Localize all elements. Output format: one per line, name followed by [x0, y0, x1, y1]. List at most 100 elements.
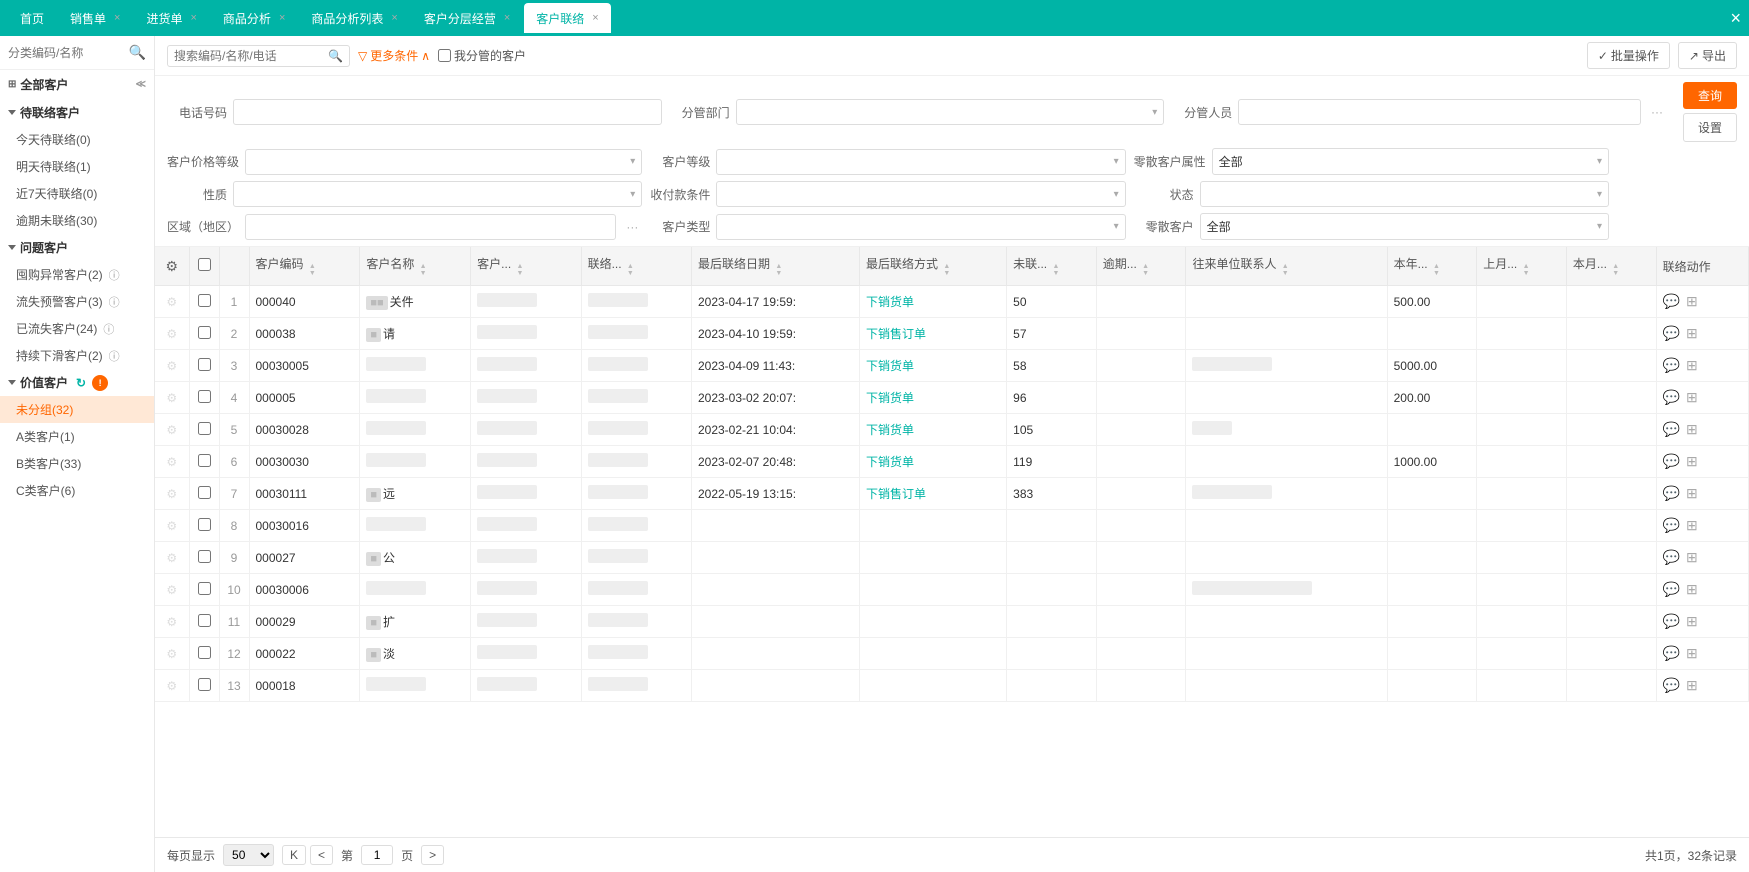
all-customers-section[interactable]: ⊞ 全部客户 ≪ [0, 70, 154, 99]
row-checkbox[interactable] [198, 358, 211, 371]
row-checkbox[interactable] [198, 550, 211, 563]
menu-action-icon[interactable]: ⊞ [1686, 389, 1698, 406]
last-month-column-header[interactable]: 上月... ▲▼ [1477, 247, 1567, 286]
chat-action-icon[interactable]: 💬 [1663, 325, 1680, 342]
menu-action-icon[interactable]: ⊞ [1686, 549, 1698, 566]
sidebar-item-ungroup[interactable]: 未分组(32) [0, 396, 154, 423]
nav-home[interactable]: 首页 [8, 3, 56, 33]
row-last-type[interactable]: 下销货单 [866, 359, 914, 373]
pending-group-title[interactable]: 待联络客户 [0, 99, 154, 126]
menu-action-icon[interactable]: ⊞ [1686, 645, 1698, 662]
page-input[interactable] [361, 845, 393, 865]
menu-action-icon[interactable]: ⊞ [1686, 325, 1698, 342]
chat-action-icon[interactable]: 💬 [1663, 453, 1680, 470]
row-checkbox[interactable] [198, 294, 211, 307]
menu-action-icon[interactable]: ⊞ [1686, 453, 1698, 470]
chat-action-icon[interactable]: 💬 [1663, 581, 1680, 598]
row-last-type[interactable]: 下销售订单 [866, 487, 926, 501]
row-last-type[interactable]: 下销货单 [866, 455, 914, 469]
menu-action-icon[interactable]: ⊞ [1686, 517, 1698, 534]
chat-action-icon[interactable]: 💬 [1663, 485, 1680, 502]
next-page-btn[interactable]: > [421, 845, 444, 865]
row-checkbox[interactable] [198, 518, 211, 531]
sidebar-item-week[interactable]: 近7天待联络(0) [0, 180, 154, 207]
cust-type-select[interactable]: ▾ [716, 214, 1125, 240]
reset-button[interactable]: 设置 [1683, 113, 1737, 142]
sidebar-item-today[interactable]: 今天待联络(0) [0, 126, 154, 153]
overdue-column-header[interactable]: 逾期... ▲▼ [1096, 247, 1186, 286]
row-checkbox[interactable] [198, 646, 211, 659]
row-checkbox[interactable] [198, 486, 211, 499]
chat-action-icon[interactable]: 💬 [1663, 677, 1680, 694]
gear-column-header[interactable]: ⚙ [155, 247, 189, 286]
status-select[interactable]: ▾ [1200, 181, 1609, 207]
last-date-column-header[interactable]: 最后联络日期 ▲▼ [691, 247, 859, 286]
name-column-header[interactable]: 客户名称 ▲▼ [360, 247, 471, 286]
menu-action-icon[interactable]: ⊞ [1686, 293, 1698, 310]
refresh-icon[interactable]: ↻ [76, 376, 86, 390]
row-last-type[interactable]: 下销售订单 [866, 327, 926, 341]
menu-action-icon[interactable]: ⊞ [1686, 357, 1698, 374]
more-filter-btn[interactable]: ▽ 更多条件 ∧ [358, 47, 430, 64]
sidebar-item-churn-risk[interactable]: 流失预警客户(3) ⓘ [0, 288, 154, 315]
cust-level-select[interactable]: ▾ [716, 149, 1125, 175]
manager-select[interactable] [1238, 99, 1641, 125]
unit-contact-column-header[interactable]: 往来单位联系人 ▲▼ [1186, 247, 1387, 286]
value-group-title[interactable]: 价值客户 ↻ ! [0, 369, 154, 396]
select-all-checkbox[interactable] [198, 258, 211, 271]
menu-action-icon[interactable]: ⊞ [1686, 421, 1698, 438]
chat-action-icon[interactable]: 💬 [1663, 389, 1680, 406]
export-button[interactable]: ↗ 导出 [1678, 42, 1737, 69]
row-checkbox[interactable] [198, 390, 211, 403]
sidebar-item-declining[interactable]: 持续下滑客户(2) ⓘ [0, 342, 154, 369]
chat-action-icon[interactable]: 💬 [1663, 613, 1680, 630]
row-last-type[interactable]: 下销货单 [866, 391, 914, 405]
my-customers-filter[interactable]: 我分管的客户 [438, 47, 526, 64]
query-button[interactable]: 查询 [1683, 82, 1737, 109]
row-last-type[interactable]: 下销货单 [866, 295, 914, 309]
menu-action-icon[interactable]: ⊞ [1686, 677, 1698, 694]
chat-action-icon[interactable]: 💬 [1663, 357, 1680, 374]
search-input[interactable] [174, 49, 324, 63]
close-contact-icon[interactable]: × [592, 12, 598, 24]
sidebar-item-lost[interactable]: 已流失客户(24) ⓘ [0, 315, 154, 342]
nav-purchase[interactable]: 进货单 × [134, 3, 208, 33]
row-last-type[interactable]: 下销货单 [866, 423, 914, 437]
manager-more-btn[interactable]: ··· [1647, 105, 1667, 119]
nature-select[interactable]: ▾ [233, 181, 642, 207]
menu-action-icon[interactable]: ⊞ [1686, 485, 1698, 502]
nav-analysis[interactable]: 商品分析 × [211, 3, 297, 33]
chat-action-icon[interactable]: 💬 [1663, 645, 1680, 662]
row-checkbox[interactable] [198, 454, 211, 467]
no-contact-column-header[interactable]: 未联... ▲▼ [1007, 247, 1097, 286]
price-level-select[interactable]: ▾ [245, 149, 642, 175]
close-segment-icon[interactable]: × [504, 12, 510, 24]
row-checkbox[interactable] [198, 422, 211, 435]
menu-action-icon[interactable]: ⊞ [1686, 581, 1698, 598]
last-type-column-header[interactable]: 最后联络方式 ▲▼ [860, 247, 1007, 286]
page-size-select[interactable]: 50 100 200 [223, 844, 274, 866]
row-checkbox[interactable] [198, 678, 211, 691]
chat-action-icon[interactable]: 💬 [1663, 293, 1680, 310]
nav-analysis-list[interactable]: 商品分析列表 × [299, 3, 409, 33]
sidebar-item-tomorrow[interactable]: 明天待联络(1) [0, 153, 154, 180]
problem-group-title[interactable]: 问题客户 [0, 234, 154, 261]
chat-action-icon[interactable]: 💬 [1663, 549, 1680, 566]
this-month-column-header[interactable]: 本月... ▲▼ [1566, 247, 1656, 286]
batch-ops-button[interactable]: ✓ 批量操作 [1587, 42, 1670, 69]
sidebar-item-abnormal[interactable]: 囤购异常客户(2) ⓘ [0, 261, 154, 288]
this-year-column-header[interactable]: 本年... ▲▼ [1387, 247, 1477, 286]
nav-sales[interactable]: 销售单 × [58, 3, 132, 33]
phone-input[interactable] [233, 99, 662, 125]
sidebar-search-input[interactable] [8, 46, 129, 60]
row-checkbox[interactable] [198, 614, 211, 627]
sidebar-search-icon[interactable]: 🔍 [129, 44, 146, 61]
row-checkbox[interactable] [198, 326, 211, 339]
region-more-btn[interactable]: ··· [622, 220, 642, 234]
payment-select[interactable]: ▾ [716, 181, 1125, 207]
chat-action-icon[interactable]: 💬 [1663, 421, 1680, 438]
type-column-header[interactable]: 客户... ▲▼ [471, 247, 581, 286]
row-checkbox[interactable] [198, 582, 211, 595]
settings-icon[interactable]: ⚙ [165, 258, 178, 274]
close-sales-icon[interactable]: × [114, 12, 120, 24]
